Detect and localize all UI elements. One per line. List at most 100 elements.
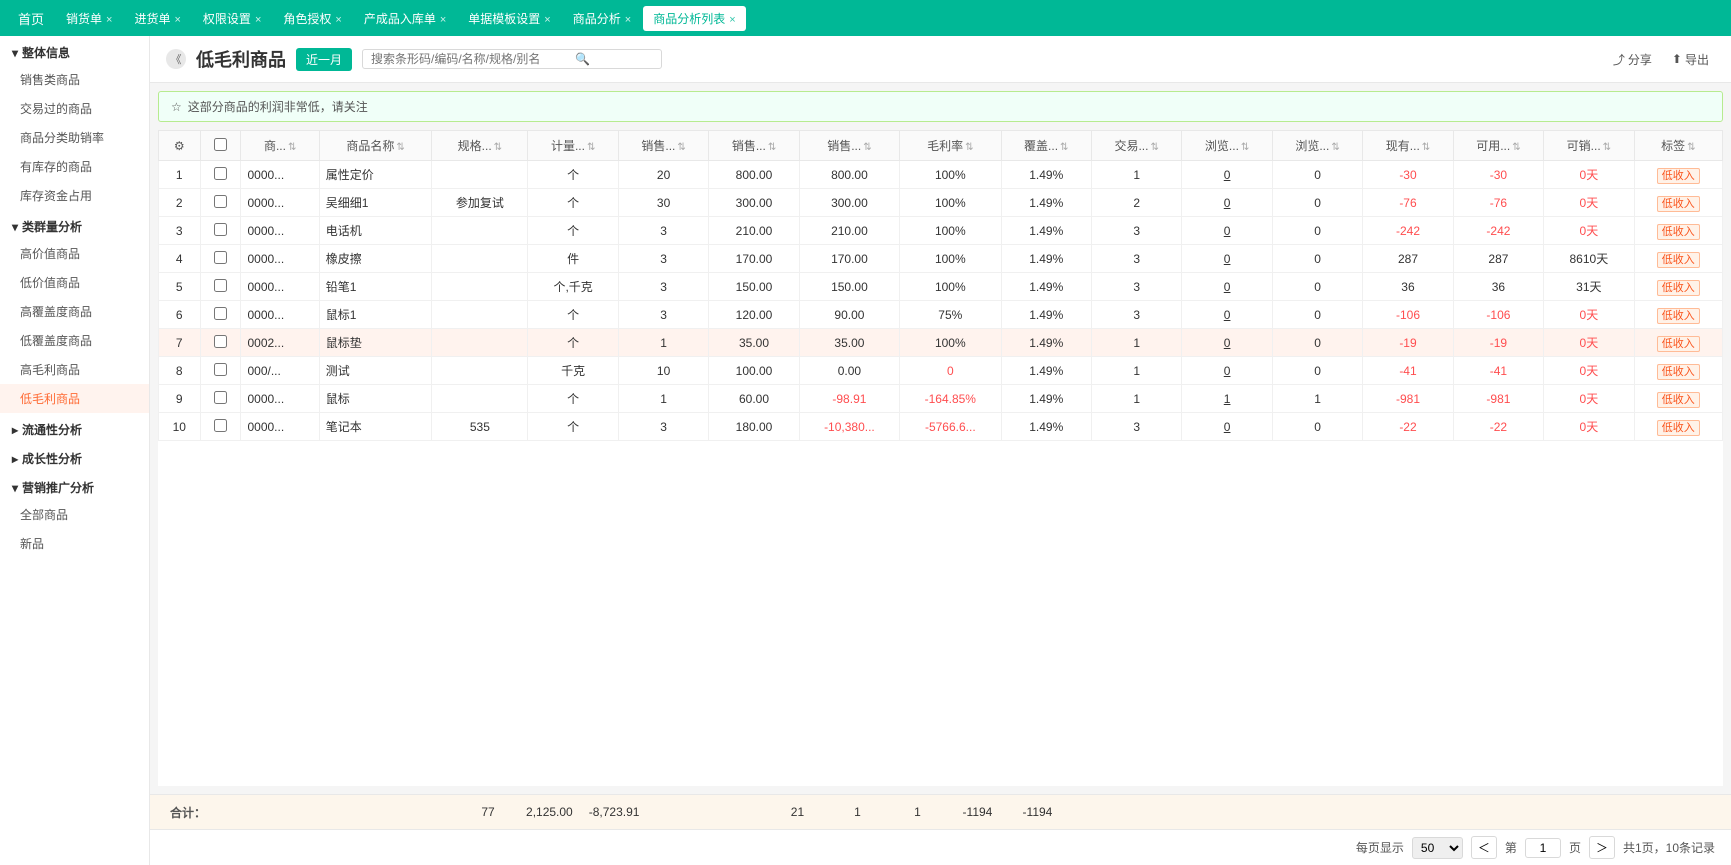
col-current-stock[interactable]: 现有...⇅ xyxy=(1363,131,1453,161)
cell-checkbox[interactable] xyxy=(200,245,241,273)
cell-browse1[interactable]: 0 xyxy=(1182,301,1272,329)
page-input[interactable] xyxy=(1525,838,1561,858)
col-name[interactable]: 商品名称⇅ xyxy=(319,131,432,161)
cell-browse1[interactable]: 0 xyxy=(1182,273,1272,301)
close-icon[interactable]: × xyxy=(335,14,341,26)
col-sale-profit[interactable]: 销售...⇅ xyxy=(799,131,899,161)
cell-checkbox[interactable] xyxy=(200,413,241,441)
row-checkbox[interactable] xyxy=(214,391,227,404)
cell-name[interactable]: 属性定价 xyxy=(319,161,432,189)
cell-browse1[interactable]: 0 xyxy=(1182,357,1272,385)
cell-name[interactable]: 吴细细1 xyxy=(319,189,432,217)
col-spec[interactable]: 规格...⇅ xyxy=(432,131,528,161)
cell-checkbox[interactable] xyxy=(200,301,241,329)
cell-browse1[interactable]: 0 xyxy=(1182,161,1272,189)
sidebar-item-high-margin[interactable]: 高毛利商品 xyxy=(0,355,149,384)
col-coverage[interactable]: 覆盖...⇅ xyxy=(1001,131,1091,161)
cell-browse1[interactable]: 0 xyxy=(1182,189,1272,217)
cell-checkbox[interactable] xyxy=(200,329,241,357)
sidebar-collapse-button[interactable]: 《 xyxy=(166,49,186,69)
close-icon[interactable]: × xyxy=(174,14,180,26)
col-browse1[interactable]: 浏览...⇅ xyxy=(1182,131,1272,161)
close-icon[interactable]: × xyxy=(625,14,631,26)
col-gross-margin[interactable]: 毛利率⇅ xyxy=(900,131,1001,161)
nav-home[interactable]: 首页 xyxy=(8,5,54,32)
nav-product-in[interactable]: 产成品入库单× xyxy=(354,6,456,31)
search-input[interactable] xyxy=(371,52,571,66)
col-sellable[interactable]: 可销...⇅ xyxy=(1544,131,1634,161)
sidebar-item-high-value[interactable]: 高价值商品 xyxy=(0,239,149,268)
nav-permission[interactable]: 权限设置× xyxy=(193,6,271,31)
export-button[interactable]: ⬆ 导出 xyxy=(1666,48,1715,71)
cell-browse1[interactable]: 0 xyxy=(1182,217,1272,245)
nav-role[interactable]: 角色授权× xyxy=(273,6,351,31)
row-checkbox[interactable] xyxy=(214,335,227,348)
share-button[interactable]: ⤴ 分享 xyxy=(1607,48,1658,71)
sidebar-item-low-coverage[interactable]: 低覆盖度商品 xyxy=(0,326,149,355)
sidebar-item-all-goods[interactable]: 全部商品 xyxy=(0,500,149,529)
cell-name[interactable]: 笔记本 xyxy=(319,413,432,441)
cell-name[interactable]: 测试 xyxy=(319,357,432,385)
cell-browse1[interactable]: 0 xyxy=(1182,329,1272,357)
close-icon[interactable]: × xyxy=(729,14,735,26)
sidebar-item-new-goods[interactable]: 新品 xyxy=(0,529,149,558)
cell-name[interactable]: 铅笔1 xyxy=(319,273,432,301)
nav-product-analysis[interactable]: 商品分析× xyxy=(563,6,641,31)
col-settings[interactable]: ⚙ xyxy=(159,131,201,161)
cell-browse1[interactable]: 0 xyxy=(1182,245,1272,273)
cell-checkbox[interactable] xyxy=(200,189,241,217)
prev-page-button[interactable]: ＜ xyxy=(1471,836,1497,859)
cell-checkbox[interactable] xyxy=(200,357,241,385)
cell-name[interactable]: 鼠标 xyxy=(319,385,432,413)
filter-period-button[interactable]: 近一月 xyxy=(296,48,352,71)
sidebar-group-growth[interactable]: ▸ 成长性分析 xyxy=(0,442,149,471)
cell-checkbox[interactable] xyxy=(200,385,241,413)
nav-analysis-list[interactable]: 商品分析列表× xyxy=(643,6,745,31)
nav-sales[interactable]: 销货单× xyxy=(56,6,122,31)
sidebar-item-sales-goods[interactable]: 销售类商品 xyxy=(0,65,149,94)
col-browse2[interactable]: 浏览...⇅ xyxy=(1272,131,1362,161)
row-checkbox[interactable] xyxy=(214,307,227,320)
cell-browse1[interactable]: 1 xyxy=(1182,385,1272,413)
row-checkbox[interactable] xyxy=(214,279,227,292)
sidebar-item-stock-capital[interactable]: 库存资金占用 xyxy=(0,181,149,210)
col-trade-count[interactable]: 交易...⇅ xyxy=(1091,131,1181,161)
close-icon[interactable]: × xyxy=(255,14,261,26)
cell-checkbox[interactable] xyxy=(200,161,241,189)
close-icon[interactable]: × xyxy=(544,14,550,26)
cell-checkbox[interactable] xyxy=(200,273,241,301)
row-checkbox[interactable] xyxy=(214,195,227,208)
col-code[interactable]: 商...⇅ xyxy=(241,131,319,161)
cell-name[interactable]: 橡皮擦 xyxy=(319,245,432,273)
sidebar-item-traded-goods[interactable]: 交易过的商品 xyxy=(0,94,149,123)
col-tag[interactable]: 标签⇅ xyxy=(1634,131,1722,161)
sidebar-item-stock-goods[interactable]: 有库存的商品 xyxy=(0,152,149,181)
search-icon[interactable]: 🔍 xyxy=(575,52,590,66)
cell-name[interactable]: 鼠标垫 xyxy=(319,329,432,357)
row-checkbox[interactable] xyxy=(214,167,227,180)
col-sale-qty[interactable]: 销售...⇅ xyxy=(618,131,708,161)
row-checkbox[interactable] xyxy=(214,419,227,432)
cell-browse1[interactable]: 0 xyxy=(1182,413,1272,441)
nav-template[interactable]: 单据模板设置× xyxy=(458,6,560,31)
sidebar-group-cluster[interactable]: ▾ 类群量分析 xyxy=(0,210,149,239)
sidebar-item-low-margin[interactable]: 低毛利商品 xyxy=(0,384,149,413)
row-checkbox[interactable] xyxy=(214,363,227,376)
cell-checkbox[interactable] xyxy=(200,217,241,245)
select-all-checkbox[interactable] xyxy=(214,138,227,151)
per-page-select[interactable]: 50 100 200 xyxy=(1412,837,1463,859)
close-icon[interactable]: × xyxy=(440,14,446,26)
col-sale-price[interactable]: 销售...⇅ xyxy=(709,131,799,161)
sidebar-item-high-coverage[interactable]: 高覆盖度商品 xyxy=(0,297,149,326)
next-page-button[interactable]: ＞ xyxy=(1589,836,1615,859)
sidebar-group-flow[interactable]: ▸ 流通性分析 xyxy=(0,413,149,442)
sidebar-group-marketing[interactable]: ▾ 营销推广分析 xyxy=(0,471,149,500)
sidebar-item-low-value[interactable]: 低价值商品 xyxy=(0,268,149,297)
sidebar-group-overview[interactable]: ▾ 整体信息 xyxy=(0,36,149,65)
close-icon[interactable]: × xyxy=(106,14,112,26)
row-checkbox[interactable] xyxy=(214,251,227,264)
row-checkbox[interactable] xyxy=(214,223,227,236)
nav-purchase[interactable]: 进货单× xyxy=(124,6,190,31)
col-unit[interactable]: 计量...⇅ xyxy=(528,131,618,161)
col-available[interactable]: 可用...⇅ xyxy=(1453,131,1543,161)
